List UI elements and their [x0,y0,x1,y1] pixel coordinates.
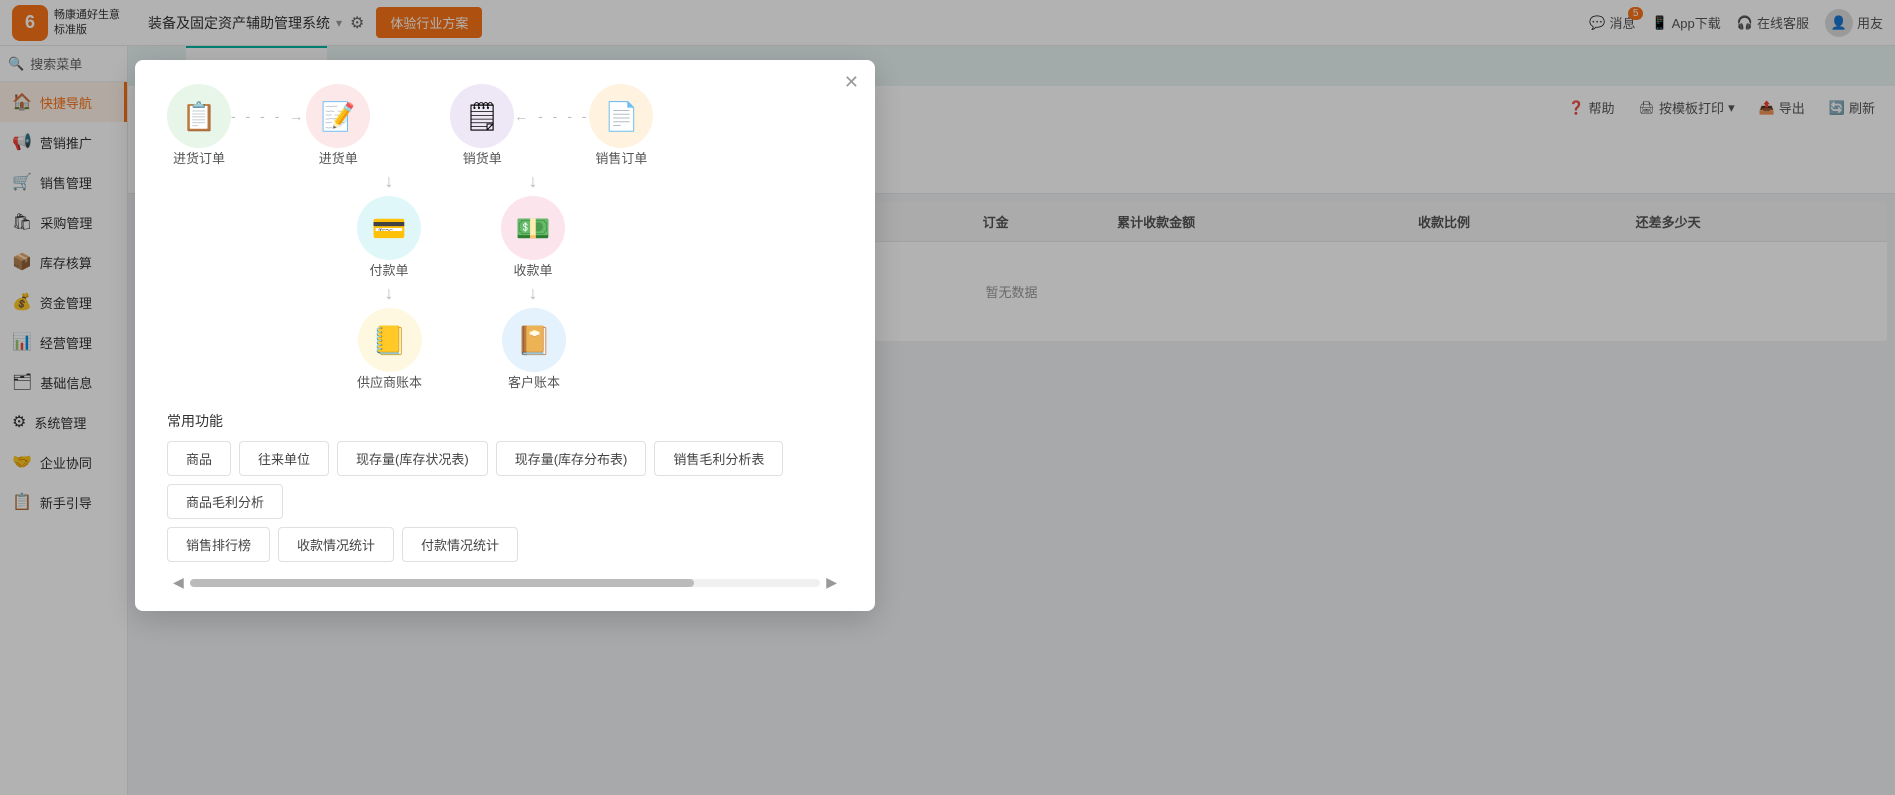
func-btn-2[interactable]: 现存量(库存状况表) [337,441,488,476]
scroll-right-icon[interactable]: ▶ [820,574,843,591]
flow-node-receipt: 💵 收款单 [501,196,565,279]
purchase-order-circle[interactable]: 📋 [167,84,231,148]
common-funcs-area: 常用功能 商品往来单位现存量(库存状况表)现存量(库存分布表)销售毛利分析表商品… [167,411,843,562]
flow-row-3: 📒 供应商账本 📔 客户账本 [167,308,566,391]
flow-node-sales-order: 📄 销售订单 [589,84,653,167]
sales-order-circle[interactable]: 📄 [589,84,653,148]
supplier-circle[interactable]: 📒 [358,308,422,372]
sales-order-label: 销售订单 [595,148,647,167]
func-btn-1[interactable]: 往来单位 [239,441,329,476]
flow-row-2: 💳 付款单 💵 收款单 [167,196,565,279]
purchase-bill-circle[interactable]: 📝 [306,84,370,148]
common-funcs-title: 常用功能 [167,411,843,431]
scroll-left-icon[interactable]: ◀ [167,574,190,591]
func-btn-row2-0[interactable]: 销售排行榜 [167,527,270,562]
purchase-bill-label: 进货单 [319,148,358,167]
flow-arrow-row-2: ↓ ↓ [167,279,565,308]
func-btn-row2-1[interactable]: 收款情况统计 [278,527,394,562]
supplier-label: 供应商账本 [357,372,422,391]
flow-row-1: 📋 进货订单 - - - - → 📝 进货单 🗒 销货单 ← - - - - 📄 [167,84,653,167]
receipt-circle[interactable]: 💵 [501,196,565,260]
popup-close-button[interactable]: ✕ [844,72,859,93]
func-btn-0[interactable]: 商品 [167,441,231,476]
customer-label: 客户账本 [508,372,560,391]
scroll-track [190,579,820,587]
func-row-1: 商品往来单位现存量(库存状况表)现存量(库存分布表)销售毛利分析表商品毛利分析 [167,441,843,519]
arrow-h-1: - - - - → [231,108,306,144]
flow-node-supplier: 📒 供应商账本 [357,308,422,391]
payment-circle[interactable]: 💳 [357,196,421,260]
func-btn-row2-2[interactable]: 付款情况统计 [402,527,518,562]
purchase-order-label: 进货订单 [173,148,225,167]
func-btn-5[interactable]: 商品毛利分析 [167,484,283,519]
popup-scrollbar: ◀ ▶ [167,574,843,591]
receipt-label: 收款单 [513,260,552,279]
flow-node-purchase-order: 📋 进货订单 [167,84,231,167]
flow-arrow-row: ↓ ↓ [167,167,565,196]
quick-nav-popup: ✕ 📋 进货订单 - - - - → 📝 进货单 🗒 销货单 ← - [135,60,875,611]
payment-label: 付款单 [369,260,408,279]
flow-node-payment: 💳 付款单 [357,196,421,279]
sales-bill-circle[interactable]: 🗒 [450,84,514,148]
func-btn-3[interactable]: 现存量(库存分布表) [496,441,647,476]
func-row-2: 销售排行榜收款情况统计付款情况统计 [167,527,843,562]
arrow-h-2: ← - - - - [514,108,589,144]
func-btn-4[interactable]: 销售毛利分析表 [654,441,783,476]
customer-circle[interactable]: 📔 [502,308,566,372]
flow-diagram: 📋 进货订单 - - - - → 📝 进货单 🗒 销货单 ← - - - - 📄 [167,84,843,391]
flow-node-purchase-bill: 📝 进货单 [306,84,370,167]
scroll-thumb[interactable] [190,579,694,587]
flow-node-sales-bill: 🗒 销货单 [450,84,514,167]
sales-bill-label: 销货单 [463,148,502,167]
flow-node-customer: 📔 客户账本 [502,308,566,391]
